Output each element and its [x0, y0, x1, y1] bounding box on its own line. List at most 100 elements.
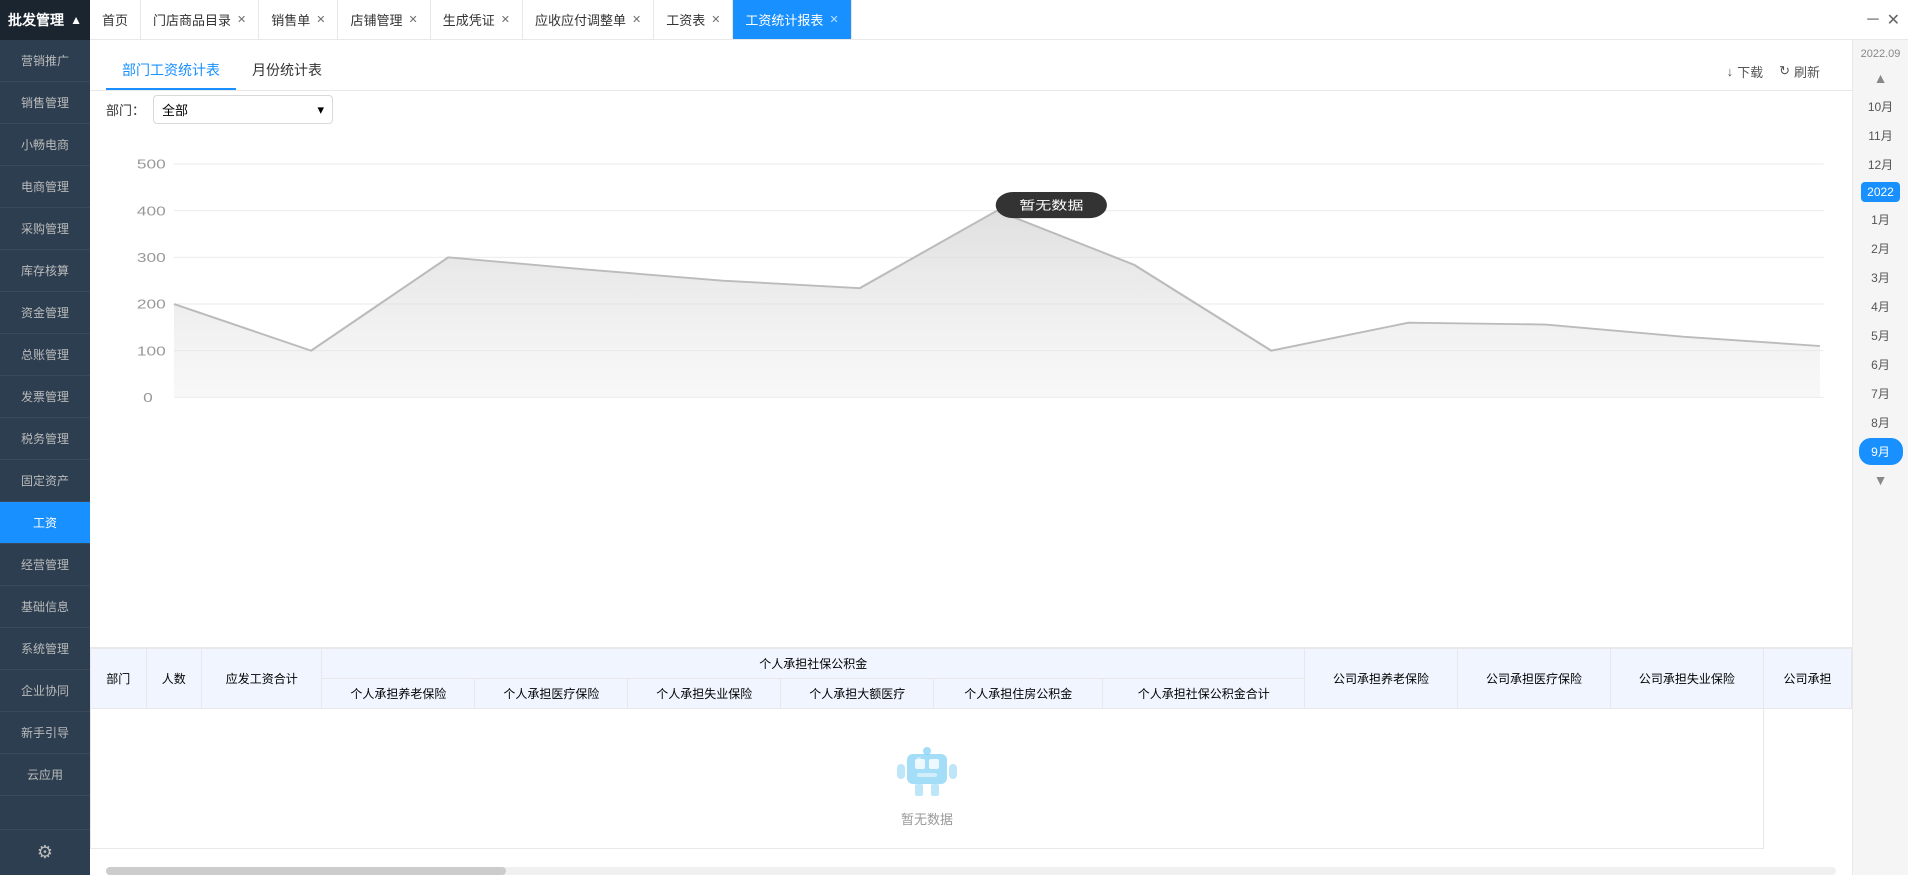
main-area: 首页 门店商品目录 ✕ 销售单 ✕ 店铺管理 ✕ 生成凭证 ✕ 应收应付调整单 …	[90, 0, 1908, 875]
timeline-up-nav[interactable]: ▲	[1867, 64, 1895, 92]
area-chart: 0 100 200 300 400 500	[106, 136, 1836, 416]
svg-text:400: 400	[137, 204, 166, 218]
window-minimize-icon[interactable]: ─	[1867, 11, 1878, 29]
col-personal-unemployment: 个人承担失业保险	[628, 679, 781, 709]
sidebar-item-cloud[interactable]: 云应用	[0, 754, 90, 796]
dept-filter-select[interactable]: 全部 ▾	[153, 95, 333, 124]
col-personal-total: 个人承担社保公积金合计	[1103, 679, 1305, 709]
tab-payroll-report-close[interactable]: ✕	[829, 13, 838, 26]
tab-payroll-report[interactable]: 工资统计报表 ✕	[733, 0, 851, 39]
sidebar-item-purchase[interactable]: 采购管理	[0, 208, 90, 250]
tab-store-mgmt[interactable]: 店铺管理 ✕	[338, 0, 430, 39]
tab-store-mgmt-label: 店铺管理	[350, 10, 402, 29]
timeline-month-7[interactable]: 7月	[1859, 380, 1903, 407]
timeline-down-nav[interactable]: ▼	[1867, 466, 1895, 494]
download-label: 下载	[1737, 62, 1763, 81]
timeline-month-12[interactable]: 12月	[1859, 151, 1903, 178]
chart-container: 0 100 200 300 400 500	[90, 136, 1852, 647]
tab-store-catalog-close[interactable]: ✕	[237, 13, 246, 26]
col-total-salary: 应发工资合计	[202, 649, 322, 709]
subtab-dept[interactable]: 部门工资统计表	[106, 52, 236, 90]
svg-text:500: 500	[137, 158, 166, 172]
empty-row: 暂无数据	[91, 709, 1852, 849]
scroll-thumb[interactable]	[106, 867, 506, 875]
sidebar-item-xiaochang[interactable]: 小畅电商	[0, 124, 90, 166]
refresh-button[interactable]: ↻ 刷新	[1779, 62, 1820, 81]
sidebar-item-inventory[interactable]: 库存核算	[0, 250, 90, 292]
subtab-month[interactable]: 月份统计表	[236, 52, 338, 90]
col-group-personal: 个人承担社保公积金	[322, 649, 1305, 679]
sidebar-item-assets[interactable]: 固定资产	[0, 460, 90, 502]
col-personal-major-medical: 个人承担大额医疗	[781, 679, 934, 709]
sidebar-item-marketing[interactable]: 营销推广	[0, 40, 90, 82]
tab-adjustment-close[interactable]: ✕	[632, 13, 641, 26]
timeline-month-4[interactable]: 4月	[1859, 293, 1903, 320]
timeline-month-1[interactable]: 1月	[1859, 206, 1903, 233]
col-company-unemployment: 公司承担失业保险	[1610, 649, 1763, 709]
svg-text:200: 200	[137, 298, 166, 312]
tab-adjustment-label: 应收应付调整单	[535, 10, 626, 29]
tab-voucher[interactable]: 生成凭证 ✕	[431, 0, 523, 39]
col-personal-medical: 个人承担医疗保险	[475, 679, 628, 709]
timeline-month-11[interactable]: 11月	[1859, 122, 1903, 149]
tab-payroll[interactable]: 工资表 ✕	[654, 0, 733, 39]
tab-sales[interactable]: 销售单 ✕	[259, 0, 338, 39]
tab-bar: 首页 门店商品目录 ✕ 销售单 ✕ 店铺管理 ✕ 生成凭证 ✕ 应收应付调整单 …	[90, 0, 1908, 40]
sidebar-item-sales[interactable]: 销售管理	[0, 82, 90, 124]
table-area: 部门 人数 应发工资合计 个人承担社保公积金 公司承担养老保险 公司承担医疗保险…	[90, 647, 1852, 867]
col-count: 人数	[146, 649, 202, 709]
tab-adjustment[interactable]: 应收应付调整单 ✕	[523, 0, 654, 39]
refresh-label: 刷新	[1794, 62, 1820, 81]
tab-voucher-close[interactable]: ✕	[501, 13, 510, 26]
timeline-current-label: 2022.09	[1859, 44, 1903, 64]
sidebar-item-payroll[interactable]: 工资	[0, 502, 90, 544]
empty-state-text: 暂无数据	[901, 809, 953, 828]
window-close-icon[interactable]: ✕	[1887, 10, 1900, 30]
toolbar: ↓ 下载 ↻ 刷新	[1711, 54, 1836, 89]
page-content: 部门工资统计表 月份统计表 ↓ 下载 ↻ 刷新	[90, 40, 1852, 875]
sidebar-item-funds[interactable]: 资金管理	[0, 292, 90, 334]
sidebar-item-operations[interactable]: 经营管理	[0, 544, 90, 586]
sidebar-item-guide[interactable]: 新手引导	[0, 712, 90, 754]
timeline-month-6[interactable]: 6月	[1859, 351, 1903, 378]
sidebar-item-system[interactable]: 系统管理	[0, 628, 90, 670]
timeline-year-2022: 2022	[1861, 182, 1900, 202]
subtab-month-label: 月份统计表	[252, 62, 322, 78]
tab-home[interactable]: 首页	[90, 0, 141, 39]
tab-store-catalog-label: 门店商品目录	[153, 10, 231, 29]
svg-text:100: 100	[137, 344, 166, 358]
sidebar-collapse-icon[interactable]: ▲	[70, 13, 82, 27]
svg-text:300: 300	[137, 251, 166, 265]
timeline-month-8[interactable]: 8月	[1859, 409, 1903, 436]
filter-bar: 部门： 全部 ▾	[90, 91, 1852, 136]
scroll-track[interactable]	[106, 867, 1836, 875]
col-company-pension: 公司承担养老保险	[1305, 649, 1458, 709]
sidebar-item-ledger[interactable]: 总账管理	[0, 334, 90, 376]
sidebar-header: 批发管理 ▲	[0, 0, 90, 40]
settings-button[interactable]: ⚙	[0, 829, 90, 875]
sidebar-item-invoice[interactable]: 发票管理	[0, 376, 90, 418]
tab-payroll-close[interactable]: ✕	[711, 13, 720, 26]
col-dept: 部门	[91, 649, 147, 709]
timeline-month-3[interactable]: 3月	[1859, 264, 1903, 291]
tab-voucher-label: 生成凭证	[443, 10, 495, 29]
col-company-other: 公司承担	[1763, 649, 1851, 709]
timeline-month-2[interactable]: 2月	[1859, 235, 1903, 262]
tab-sales-close[interactable]: ✕	[316, 13, 325, 26]
tab-store-mgmt-close[interactable]: ✕	[409, 13, 418, 26]
timeline-month-5[interactable]: 5月	[1859, 322, 1903, 349]
sidebar-item-ecommerce[interactable]: 电商管理	[0, 166, 90, 208]
download-button[interactable]: ↓ 下载	[1727, 62, 1764, 81]
timeline-month-10[interactable]: 10月	[1859, 93, 1903, 120]
tab-store-catalog[interactable]: 门店商品目录 ✕	[141, 0, 259, 39]
sidebar-item-tax[interactable]: 税务管理	[0, 418, 90, 460]
tab-payroll-label: 工资表	[666, 10, 705, 29]
tab-sales-label: 销售单	[271, 10, 310, 29]
timeline-month-9[interactable]: 9月	[1859, 438, 1903, 465]
sidebar: 批发管理 ▲ 营销推广 销售管理 小畅电商 电商管理 采购管理 库存核算 资金管…	[0, 0, 90, 875]
sidebar-title: 批发管理	[8, 10, 64, 30]
sidebar-item-collab[interactable]: 企业协同	[0, 670, 90, 712]
empty-robot-icon	[887, 729, 967, 809]
sidebar-item-basic[interactable]: 基础信息	[0, 586, 90, 628]
subtab-dept-label: 部门工资统计表	[122, 62, 220, 78]
